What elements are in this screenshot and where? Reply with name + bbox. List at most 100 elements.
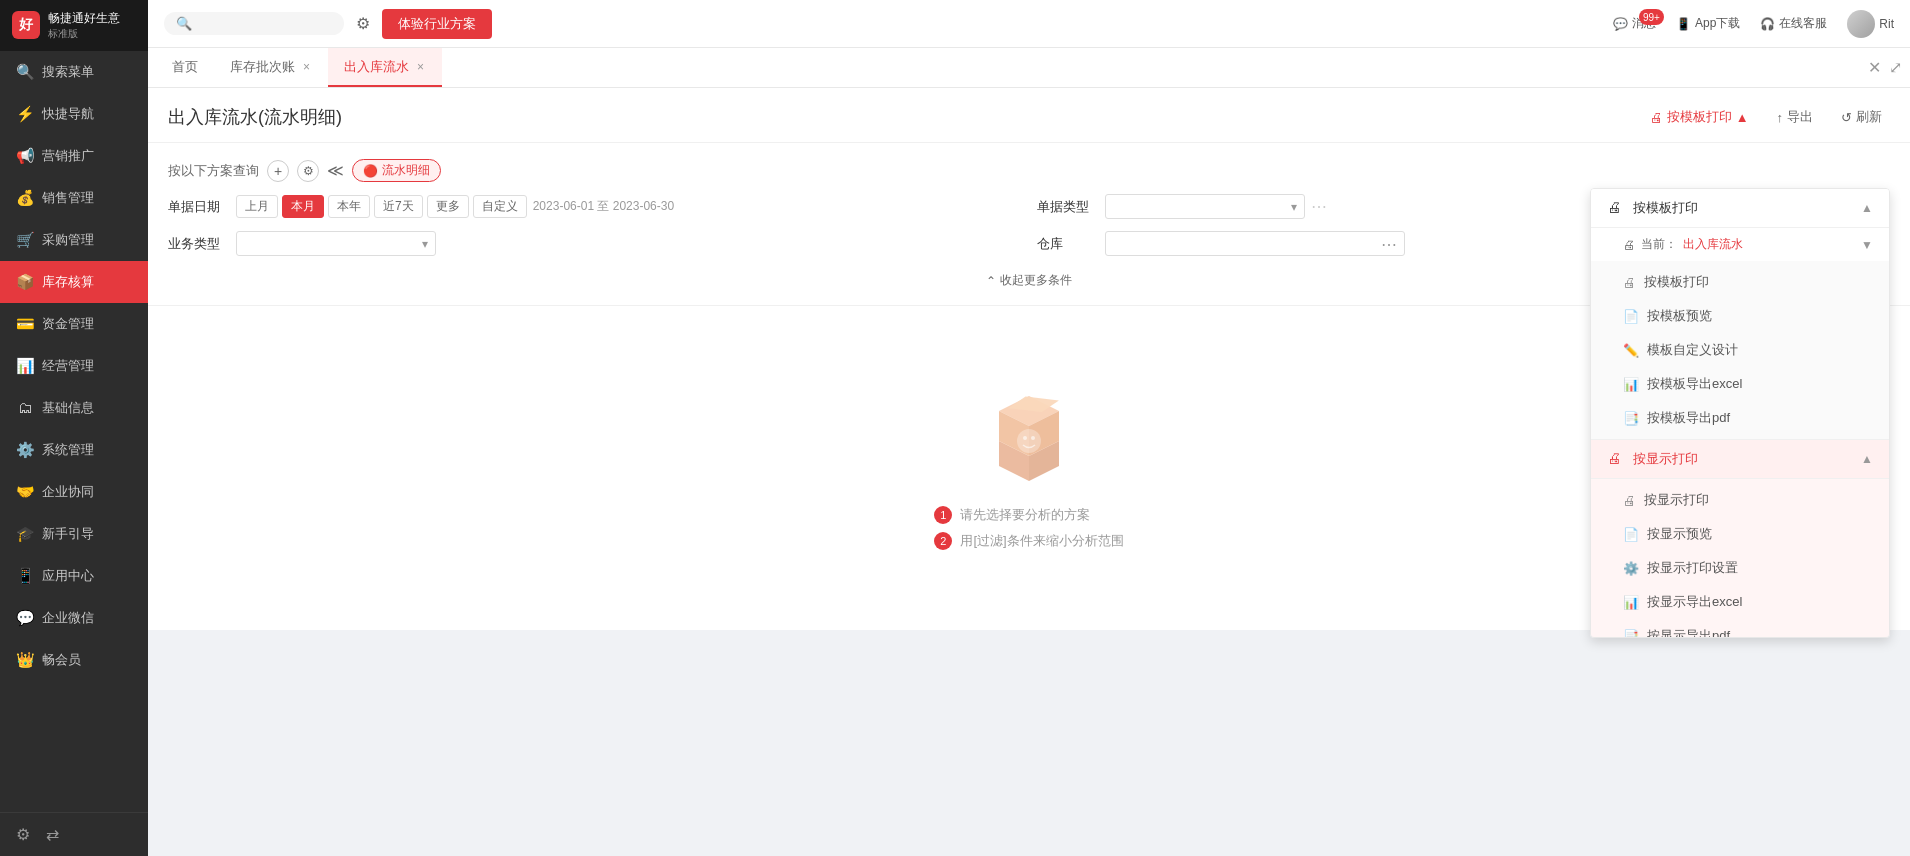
online-service-item[interactable]: 🎧 在线客服 xyxy=(1760,15,1827,32)
dropdown-item-template-preview[interactable]: 📄 按模板预览 xyxy=(1591,299,1889,333)
window-expand-btn[interactable]: ⤢ xyxy=(1889,58,1902,77)
date-field-label: 单据日期 xyxy=(168,198,228,216)
business-type-select[interactable] xyxy=(236,231,436,256)
filter-settings-button[interactable]: ⚙ xyxy=(297,160,319,182)
window-close-btn[interactable]: ✕ xyxy=(1868,58,1881,77)
export-button[interactable]: ↑ 导出 xyxy=(1769,104,1822,130)
empty-icon xyxy=(979,386,1079,486)
item-display-excel-icon: 📊 xyxy=(1623,595,1639,610)
export-icon: ↑ xyxy=(1777,110,1784,125)
business-type-select-wrapper xyxy=(236,231,436,256)
sidebar-item-inventory[interactable]: 📦 库存核算 xyxy=(0,261,148,303)
date-range-text: 2023-06-01 至 2023-06-30 xyxy=(533,198,674,215)
gear-icon[interactable]: ⚙ xyxy=(356,14,370,33)
app-download-item[interactable]: 📱 App下载 xyxy=(1676,15,1740,32)
sidebar-item-guide[interactable]: 🎓 新手引导 xyxy=(0,513,148,555)
sidebar-item-shortcut[interactable]: ⚡ 快捷导航 xyxy=(0,93,148,135)
step-1-num: 1 xyxy=(934,506,952,524)
sidebar-item-marketing[interactable]: 📢 营销推广 xyxy=(0,135,148,177)
sidebar-item-icon-operation: 📊 xyxy=(16,357,34,375)
tab-inventory-batch[interactable]: 库存批次账 × xyxy=(214,48,328,87)
tab-home[interactable]: 首页 xyxy=(156,48,214,87)
display-print-left: 🖨 按显示打印 xyxy=(1607,450,1698,468)
tabbar: 首页 库存批次账 × 出入库流水 × ✕ ⤢ xyxy=(148,48,1910,88)
sidebar-item-sales[interactable]: 💰 销售管理 xyxy=(0,177,148,219)
date-btn-custom[interactable]: 自定义 xyxy=(473,195,527,218)
item-printer-icon: 🖨 xyxy=(1623,275,1636,290)
business-type-label: 业务类型 xyxy=(168,235,228,253)
empty-step-2: 2 用[过滤]条件来缩小分析范围 xyxy=(934,532,1123,550)
dropdown-template-print-header[interactable]: 🖨 按模板打印 ▲ xyxy=(1591,189,1889,228)
display-print-sub: 🖨 按显示打印 📄 按显示预览 ⚙️ 按显示打印设置 📊 按显示导出excel … xyxy=(1591,479,1889,638)
sidebar-item-search[interactable]: 🔍 搜索菜单 xyxy=(0,51,148,93)
item-preview-icon: 📄 xyxy=(1623,309,1639,324)
sidebar-item-system[interactable]: ⚙️ 系统管理 xyxy=(0,429,148,471)
date-btn-more[interactable]: 更多 xyxy=(427,195,469,218)
warehouse-input[interactable] xyxy=(1105,231,1405,256)
doctype-select[interactable] xyxy=(1105,194,1305,219)
date-field-value: 上月 本月 本年 近7天 更多 自定义 2023-06-01 至 2023-06… xyxy=(236,195,1021,218)
print-template-button[interactable]: 🖨 按模板打印 ▲ xyxy=(1642,104,1757,130)
sidebar-item-wechat[interactable]: 💬 企业微信 xyxy=(0,597,148,639)
sidebar-item-finance[interactable]: 💳 资金管理 xyxy=(0,303,148,345)
dropdown-item-display-excel[interactable]: 📊 按显示导出excel xyxy=(1591,585,1889,619)
dropdown-item-template-print[interactable]: 🖨 按模板打印 xyxy=(1591,265,1889,299)
sidebar-item-icon-purchase: 🛒 xyxy=(16,231,34,249)
collapse-icon[interactable]: ⇄ xyxy=(46,825,59,844)
sidebar-item-basic[interactable]: 🗂 基础信息 xyxy=(0,387,148,429)
dropdown-item-display-preview[interactable]: 📄 按显示预览 xyxy=(1591,517,1889,551)
tab-home-label: 首页 xyxy=(172,58,198,76)
date-btn-this-year[interactable]: 本年 xyxy=(328,195,370,218)
topbar: 🔍 ⚙ 体验行业方案 💬 消息 99+ 📱 App下载 🎧 在线客服 xyxy=(148,0,1910,48)
current-label: 当前： xyxy=(1641,236,1677,253)
page-title: 出入库流水(流水明细) xyxy=(168,105,342,129)
settings-icon[interactable]: ⚙ xyxy=(16,825,30,844)
printer-icon-template: 🖨 xyxy=(1607,199,1621,215)
step-2-text: 用[过滤]条件来缩小分析范围 xyxy=(960,532,1123,550)
refresh-button[interactable]: ↺ 刷新 xyxy=(1833,104,1890,130)
app-download-label: App下载 xyxy=(1695,15,1740,32)
date-btn-last-month[interactable]: 上月 xyxy=(236,195,278,218)
sidebar-item-label-inventory: 库存核算 xyxy=(42,273,94,291)
sidebar-item-vip[interactable]: 👑 畅会员 xyxy=(0,639,148,681)
doctype-more-icon[interactable]: ⋯ xyxy=(1311,197,1327,216)
version-label: 标准版 xyxy=(48,27,120,41)
sidebar-item-label-system: 系统管理 xyxy=(42,441,94,459)
current-value: 出入库流水 xyxy=(1683,236,1743,253)
step-2-num: 2 xyxy=(934,532,952,550)
item-template-pdf-label: 按模板导出pdf xyxy=(1647,409,1730,427)
sidebar-item-appCenter[interactable]: 📱 应用中心 xyxy=(0,555,148,597)
sidebar-item-icon-guide: 🎓 xyxy=(16,525,34,543)
dropdown-item-display-pdf[interactable]: 📑 按显示导出pdf xyxy=(1591,619,1889,638)
dropdown-item-display-settings[interactable]: ⚙️ 按显示打印设置 xyxy=(1591,551,1889,585)
filter-collapse-button[interactable]: ≪ xyxy=(327,161,344,180)
dropdown-display-print-header[interactable]: 🖨 按显示打印 ▲ xyxy=(1591,440,1889,479)
date-btn-7days[interactable]: 近7天 xyxy=(374,195,423,218)
dropdown-item-template-excel[interactable]: 📊 按模板导出excel xyxy=(1591,367,1889,401)
dropdown-item-template-design[interactable]: ✏️ 模板自定义设计 xyxy=(1591,333,1889,367)
logo-text: 畅捷通好生意 标准版 xyxy=(48,10,120,41)
sidebar-item-icon-cooperation: 🤝 xyxy=(16,483,34,501)
sidebar-item-label-purchase: 采购管理 xyxy=(42,231,94,249)
tab-stock-flow-close[interactable]: × xyxy=(415,60,426,74)
dropdown-item-display-print[interactable]: 🖨 按显示打印 xyxy=(1591,483,1889,517)
dropdown-item-template-pdf[interactable]: 📑 按模板导出pdf xyxy=(1591,401,1889,435)
search-box[interactable]: 🔍 xyxy=(164,12,344,35)
sidebar-item-cooperation[interactable]: 🤝 企业协同 xyxy=(0,471,148,513)
item-display-preview-icon: 📄 xyxy=(1623,527,1639,542)
message-item[interactable]: 💬 消息 99+ xyxy=(1613,15,1656,32)
tab-inventory-batch-close[interactable]: × xyxy=(301,60,312,74)
tab-stock-flow[interactable]: 出入库流水 × xyxy=(328,48,442,87)
sidebar-item-operation[interactable]: 📊 经营管理 xyxy=(0,345,148,387)
message-icon: 💬 xyxy=(1613,17,1628,31)
filter-add-button[interactable]: + xyxy=(267,160,289,182)
search-input[interactable] xyxy=(198,17,318,31)
sidebar-item-purchase[interactable]: 🛒 采购管理 xyxy=(0,219,148,261)
trial-button[interactable]: 体验行业方案 xyxy=(382,9,492,39)
sidebar-item-icon-appCenter: 📱 xyxy=(16,567,34,585)
warehouse-more-icon[interactable]: ⋯ xyxy=(1381,234,1397,253)
date-btn-this-month[interactable]: 本月 xyxy=(282,195,324,218)
svg-point-7 xyxy=(1023,436,1027,440)
user-avatar-item[interactable]: Rit xyxy=(1847,10,1894,38)
item-design-icon: ✏️ xyxy=(1623,343,1639,358)
